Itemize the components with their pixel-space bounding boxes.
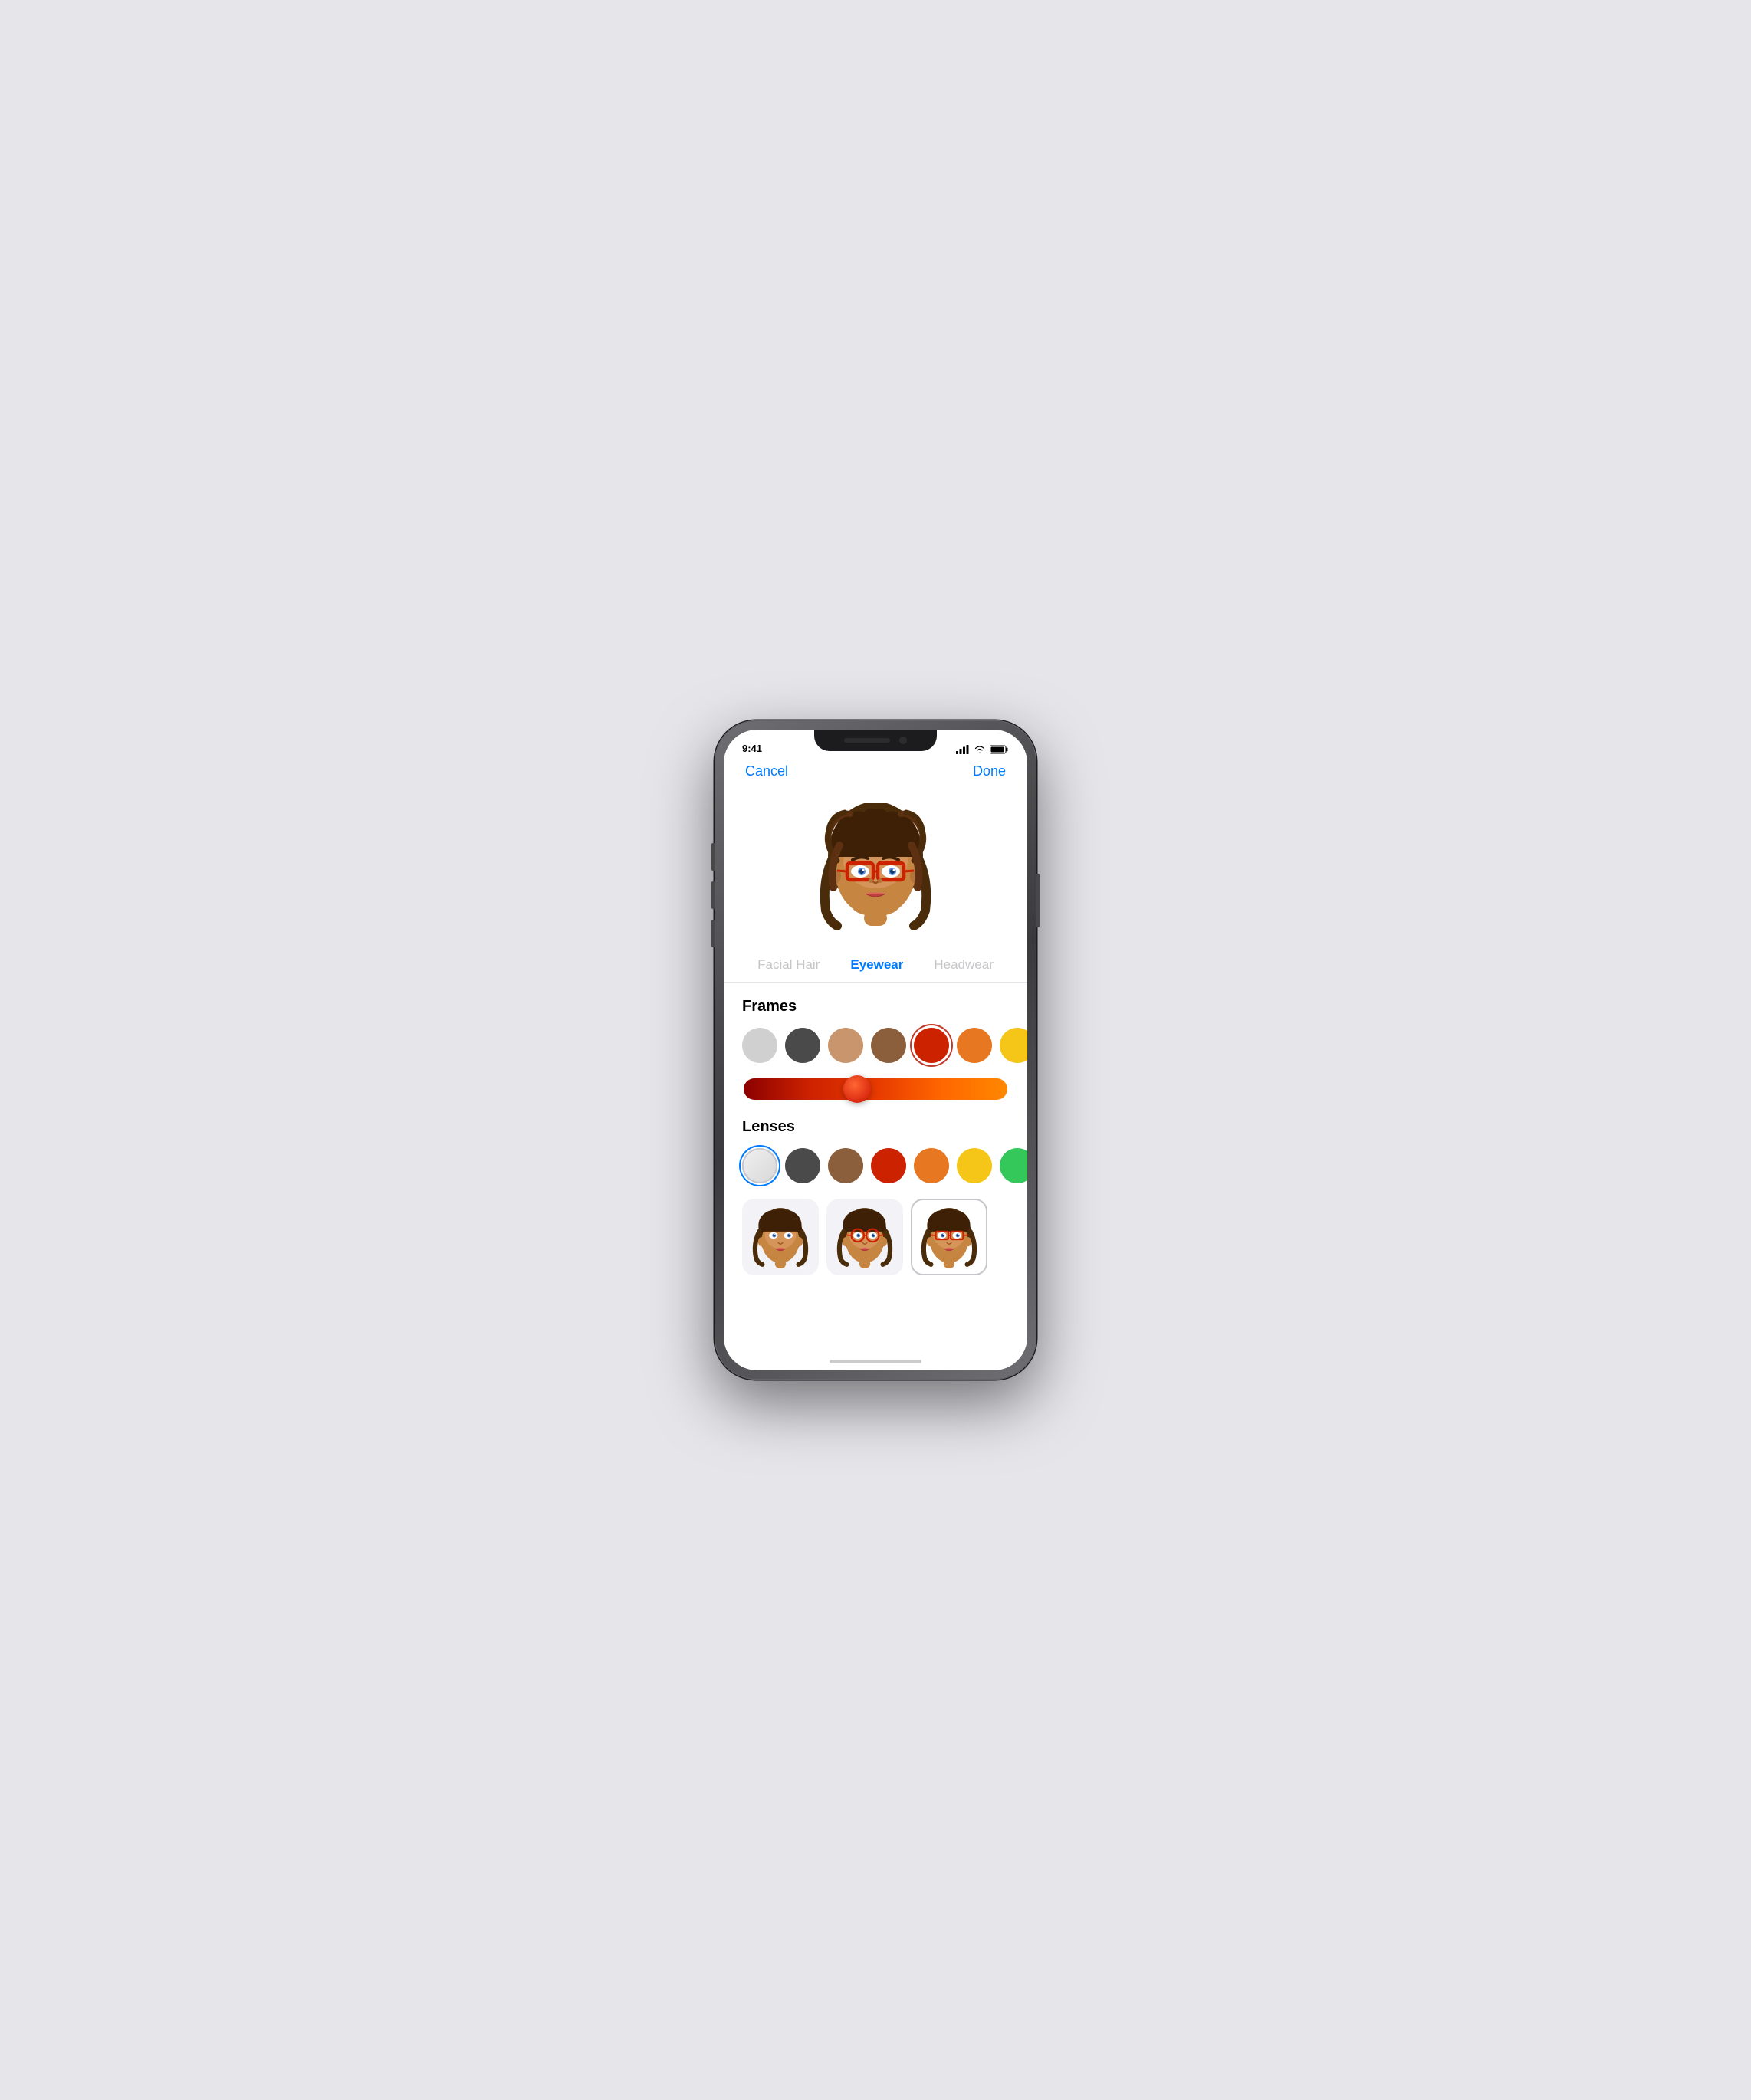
tab-headwear[interactable]: Headwear: [918, 954, 1009, 976]
slider-thumb[interactable]: [843, 1075, 871, 1103]
lens-color-dark-gray[interactable]: [785, 1148, 820, 1183]
lens-color-swatches: [742, 1148, 1009, 1183]
lens-color-clear[interactable]: [742, 1148, 777, 1183]
top-nav: Cancel Done: [724, 757, 1027, 792]
eyewear-thumb-none: [748, 1205, 813, 1270]
frames-section-title: Frames: [742, 998, 1009, 1016]
screen-content: 9:41: [724, 730, 1027, 1370]
status-time: 9:41: [742, 743, 762, 754]
battery-icon: [990, 745, 1009, 754]
tab-facial-hair[interactable]: Facial Hair: [742, 954, 835, 976]
status-icons: [956, 745, 1009, 754]
signal-icon: [956, 745, 970, 754]
slider-track[interactable]: [744, 1078, 1007, 1100]
eyewear-thumb-round-red: [833, 1205, 898, 1270]
frame-color-swatches: [742, 1028, 1009, 1063]
home-bar: [830, 1360, 921, 1363]
lens-color-orange[interactable]: [914, 1148, 949, 1183]
notch: [814, 730, 937, 751]
home-indicator[interactable]: [724, 1352, 1027, 1370]
frame-shade-slider[interactable]: [742, 1078, 1009, 1100]
memoji-face: [810, 803, 941, 934]
speaker: [844, 738, 890, 743]
eyewear-style-round-red[interactable]: [826, 1199, 903, 1275]
lens-color-brown[interactable]: [828, 1148, 863, 1183]
eyewear-style-none[interactable]: [742, 1199, 819, 1275]
lens-color-red[interactable]: [871, 1148, 906, 1183]
frame-color-dark-gray[interactable]: [785, 1028, 820, 1063]
lenses-section-title: Lenses: [742, 1118, 1009, 1136]
memoji-preview: [724, 792, 1027, 945]
content-area[interactable]: Frames Lenses: [724, 983, 1027, 1352]
done-button[interactable]: Done: [973, 763, 1006, 779]
frame-color-brown[interactable]: [871, 1028, 906, 1063]
phone-screen: 9:41: [724, 730, 1027, 1370]
eyewear-style-rect-red[interactable]: [911, 1199, 987, 1275]
frame-color-white[interactable]: [742, 1028, 777, 1063]
tab-selector: Facial Hair Eyewear Headwear: [724, 945, 1027, 983]
wifi-icon: [974, 745, 986, 754]
frame-color-tan[interactable]: [828, 1028, 863, 1063]
cancel-button[interactable]: Cancel: [745, 763, 788, 779]
lens-color-yellow[interactable]: [957, 1148, 992, 1183]
frame-color-orange[interactable]: [957, 1028, 992, 1063]
phone-frame: 9:41: [715, 720, 1036, 1380]
eyewear-thumb-rect-red: [917, 1205, 982, 1270]
lens-color-green[interactable]: [1000, 1148, 1027, 1183]
eyewear-style-grid: [742, 1199, 1009, 1275]
tab-eyewear[interactable]: Eyewear: [835, 954, 918, 976]
frame-color-yellow[interactable]: [1000, 1028, 1027, 1063]
frame-color-red[interactable]: [914, 1028, 949, 1063]
front-camera: [899, 737, 907, 744]
